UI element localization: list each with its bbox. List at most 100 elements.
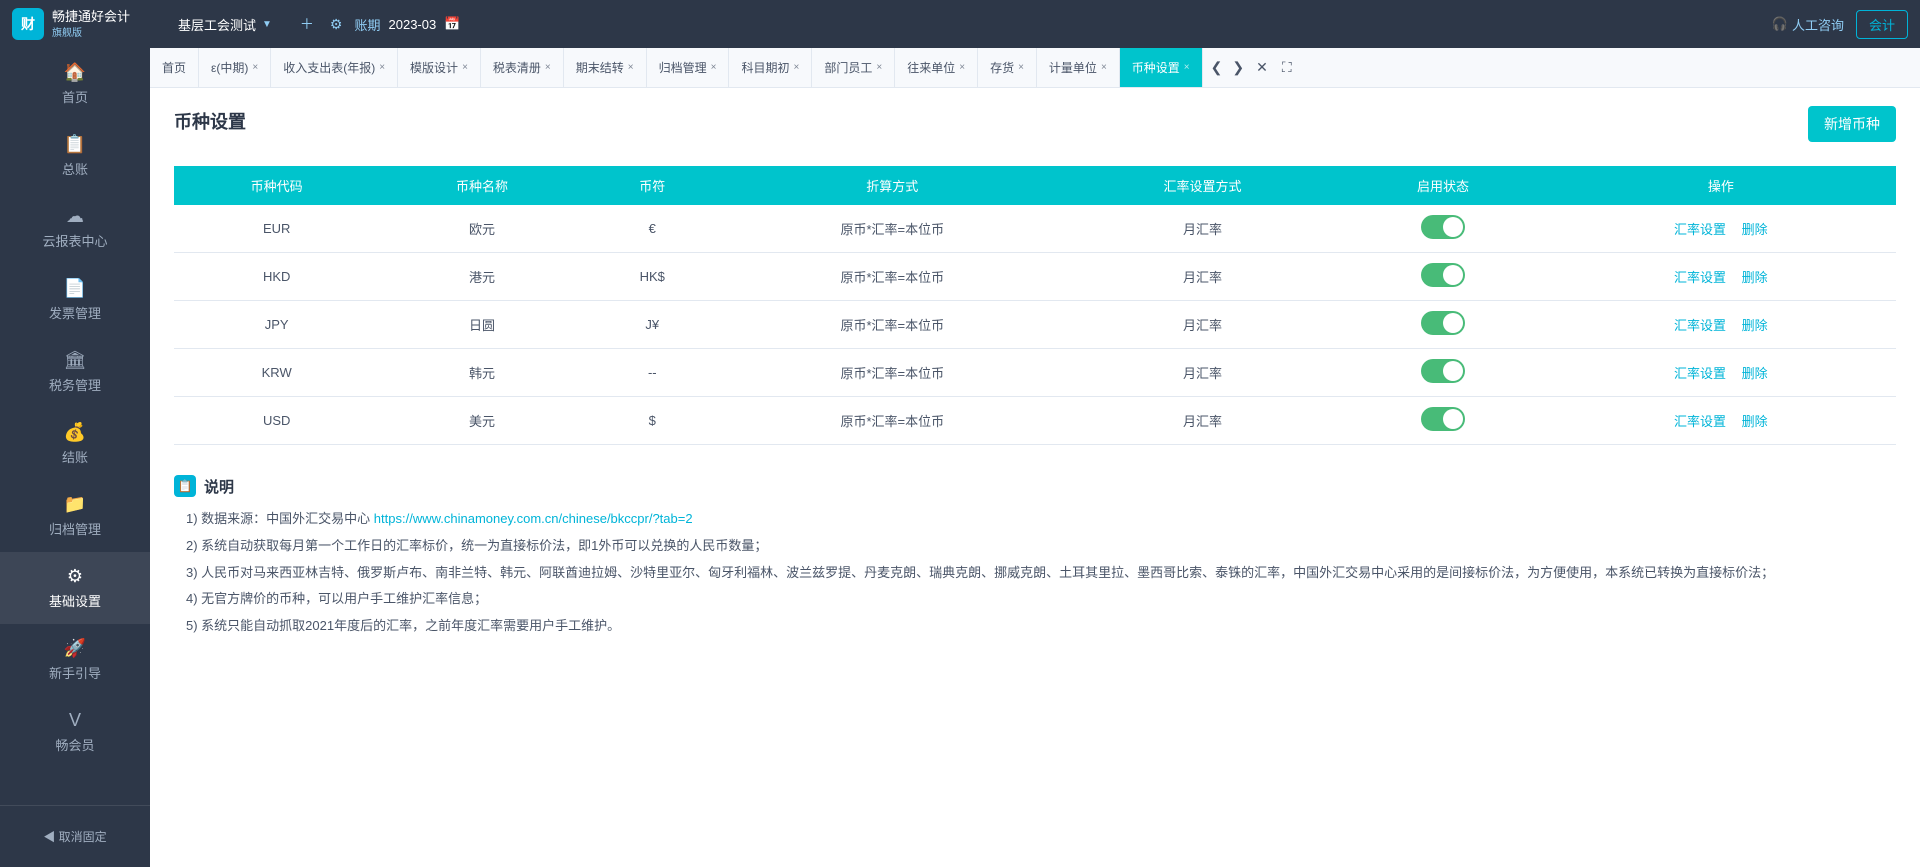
close-icon[interactable]: × [545,62,551,73]
cloud-icon: ☁ [66,206,84,227]
note-item: 1) 数据来源：中国外汇交易中心 https://www.chinamoney.… [182,509,1896,530]
cell-status [1340,397,1545,445]
content-area: 首页 ε(中期) × 收入支出表(年报) × 模版设计 × 税表清册 × [150,48,1920,867]
notes-header: 📋 说明 [174,475,1896,497]
cell-rate-type: 月汇率 [1065,397,1341,445]
close-icon[interactable]: × [1101,62,1107,73]
tab-contacts[interactable]: 往来单位 × [895,48,978,87]
tab-period-close[interactable]: 期末结转 × [564,48,647,87]
headset-icon: 🎧 [1772,16,1788,32]
notes-link[interactable]: https://www.chinamoney.com.cn/chinese/bk… [374,511,693,526]
status-toggle[interactable] [1421,311,1465,335]
tab-tax-table[interactable]: 税表清册 × [481,48,564,87]
delete-link[interactable]: 删除 [1742,318,1768,333]
sidebar-item-basic-settings[interactable]: ⚙ 基础设置 [0,552,150,624]
close-icon[interactable]: × [628,62,634,73]
account-button[interactable]: 会计 [1856,10,1908,39]
delete-link[interactable]: 删除 [1742,270,1768,285]
close-icon[interactable]: × [876,62,882,73]
next-tab-button[interactable]: ❯ [1228,57,1248,78]
add-icon[interactable]: ＋ [296,10,318,38]
table-row: KRW 韩元 -- 原币*汇率=本位币 月汇率 汇率设置 删除 [174,349,1896,397]
prev-tab-button[interactable]: ❮ [1207,57,1227,78]
sidebar-item-archive[interactable]: 📁 归档管理 [0,480,150,552]
rate-settings-link[interactable]: 汇率设置 [1674,366,1726,381]
close-icon[interactable]: × [379,62,385,73]
sidebar-item-home[interactable]: 🏠 首页 [0,48,150,120]
note-item: 2) 系统自动获取每月第一个工作日的汇率标价，统一为直接标价法，即1外币可以兑换… [182,536,1896,557]
tab-inventory[interactable]: 存货 × [978,48,1037,87]
delete-link[interactable]: 删除 [1742,366,1768,381]
unpin-button[interactable]: ◀ 取消固定 [0,818,150,855]
cell-rate-type: 月汇率 [1065,253,1341,301]
tab-unit[interactable]: 计量单位 × [1037,48,1120,87]
tab-home[interactable]: 首页 [150,48,199,87]
tab-archive[interactable]: 归档管理 × [647,48,730,87]
currency-table: 币种代码 币种名称 币符 折算方式 汇率设置方式 启用状态 操作 EUR 欧元 … [174,166,1896,445]
tab-department[interactable]: 部门员工 × [812,48,895,87]
close-icon[interactable]: × [252,62,258,73]
sidebar-item-tax[interactable]: 🏛 税务管理 [0,336,150,408]
sidebar-item-guide[interactable]: 🚀 新手引导 [0,624,150,696]
workspace-selector[interactable]: 基层工会测试 ▼ [170,11,280,38]
cell-symbol: J¥ [585,301,720,349]
cell-code: JPY [174,301,379,349]
tab-income-report[interactable]: 收入支出表(年报) × [271,48,398,87]
status-toggle[interactable] [1421,215,1465,239]
gear-icon: ⚙ [67,566,83,587]
delete-link[interactable]: 删除 [1742,222,1768,237]
cell-calc: 原币*汇率=本位币 [720,301,1065,349]
close-icon[interactable]: × [794,62,800,73]
status-toggle[interactable] [1421,407,1465,431]
status-toggle[interactable] [1421,359,1465,383]
sidebar-item-label: 发票管理 [49,303,101,322]
status-toggle[interactable] [1421,263,1465,287]
settings-icon[interactable]: ⚙ [326,12,347,37]
col-status: 启用状态 [1340,166,1545,205]
sidebar-item-member[interactable]: V 畅会员 [0,696,150,768]
notes-icon: 📋 [174,475,196,497]
rate-settings-link[interactable]: 汇率设置 [1674,222,1726,237]
home-icon: 🏠 [64,62,86,83]
col-actions: 操作 [1546,166,1896,205]
consultation-button[interactable]: 🎧 人工咨询 [1772,15,1844,34]
sidebar-item-reports[interactable]: ☁ 云报表中心 [0,192,150,264]
cell-actions: 汇率设置 删除 [1546,205,1896,253]
sidebar-item-label: 新手引导 [49,663,101,682]
tab-subject-initial[interactable]: 科目期初 × [729,48,812,87]
toggle-wrap [1421,407,1465,431]
close-icon[interactable]: × [711,62,717,73]
cell-calc: 原币*汇率=本位币 [720,349,1065,397]
toggle-wrap [1421,215,1465,239]
cell-name: 港元 [379,253,584,301]
rate-settings-link[interactable]: 汇率设置 [1674,270,1726,285]
close-icon[interactable]: × [462,62,468,73]
sidebar-item-label: 税务管理 [49,375,101,394]
sidebar-item-label: 云报表中心 [42,231,107,250]
sidebar-item-invoice[interactable]: 📄 发票管理 [0,264,150,336]
rate-settings-link[interactable]: 汇率设置 [1674,318,1726,333]
close-icon[interactable]: × [1018,62,1024,73]
new-currency-button[interactable]: 新增币种 [1808,106,1896,142]
close-all-button[interactable]: ✕ [1250,57,1274,78]
sidebar-item-ledger[interactable]: 📋 总账 [0,120,150,192]
cell-actions: 汇率设置 删除 [1546,301,1896,349]
close-icon[interactable]: × [1184,62,1190,73]
cell-symbol: $ [585,397,720,445]
tab-midterm[interactable]: ε(中期) × [199,48,271,87]
period-label: 账期 [354,15,380,34]
rate-settings-link[interactable]: 汇率设置 [1674,414,1726,429]
cell-rate-type: 月汇率 [1065,301,1341,349]
calendar-icon[interactable]: 📅 [444,16,460,32]
sidebar-item-closing[interactable]: 💰 结账 [0,408,150,480]
close-icon[interactable]: × [959,62,965,73]
tab-template-design[interactable]: 模版设计 × [398,48,481,87]
notes-title: 说明 [204,476,234,497]
toggle-wrap [1421,263,1465,287]
cell-status [1340,301,1545,349]
tab-currency[interactable]: 币种设置 × [1120,48,1203,87]
col-name: 币种名称 [379,166,584,205]
workspace-name: 基层工会测试 [178,15,256,34]
expand-button[interactable]: ⛶ [1276,57,1298,78]
delete-link[interactable]: 删除 [1742,414,1768,429]
